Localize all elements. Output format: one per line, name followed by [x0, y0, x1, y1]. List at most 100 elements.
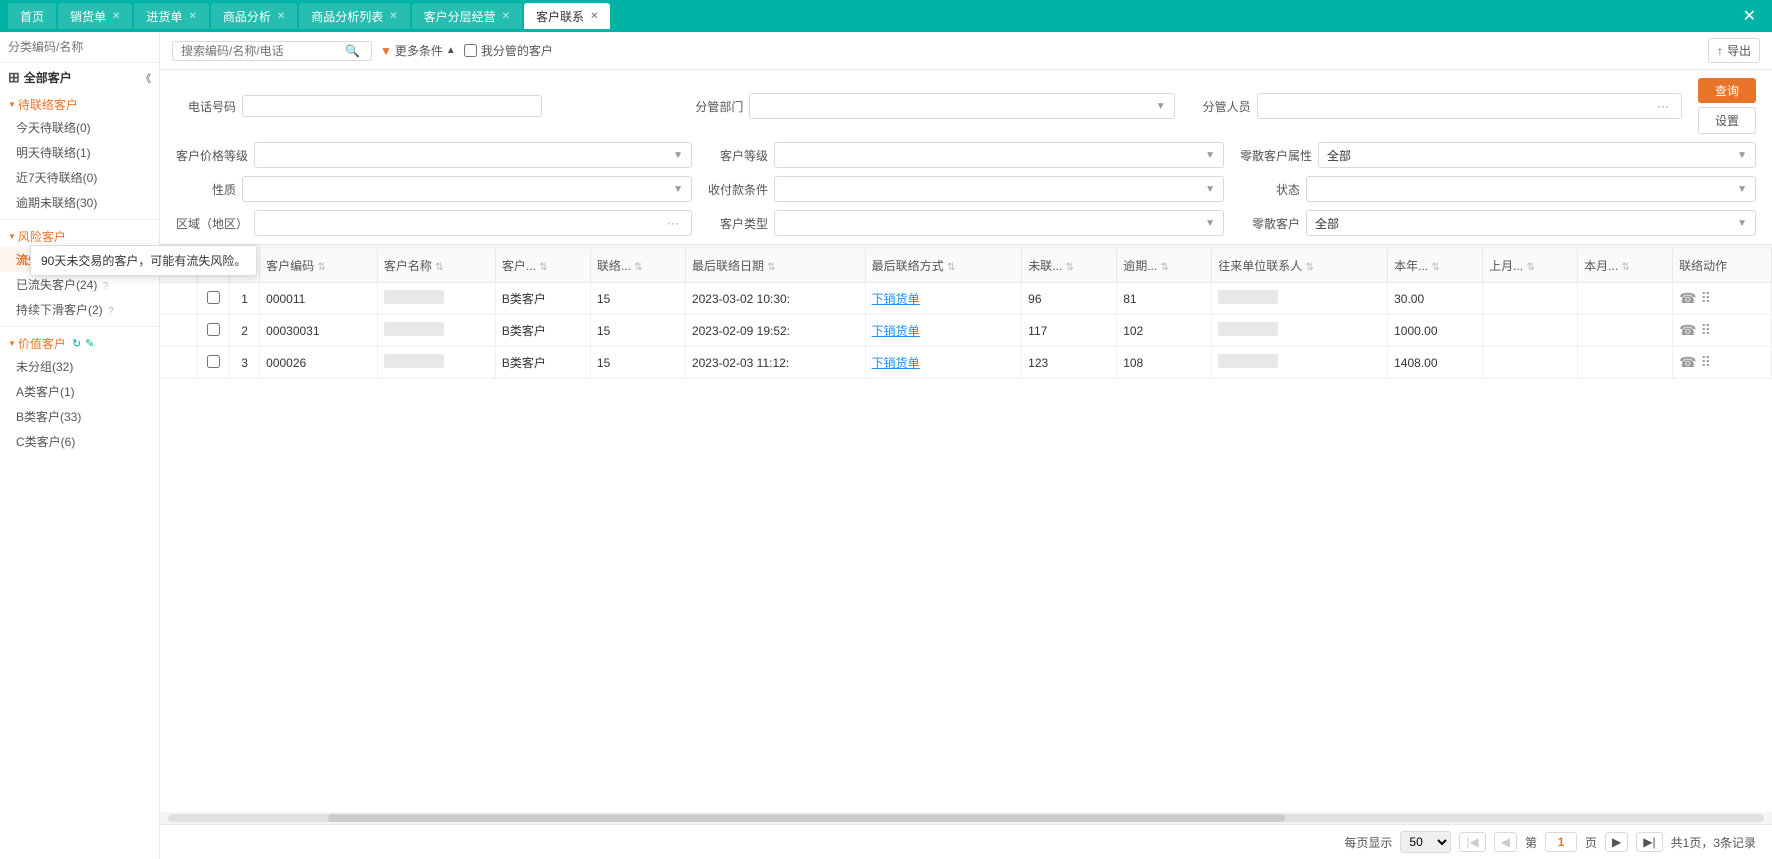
col-overdue[interactable]: 逾期... ⇅	[1117, 249, 1212, 283]
tab-sales[interactable]: 销货单 ✕	[58, 3, 132, 29]
col-action: 联络动作	[1673, 249, 1772, 283]
col-last-month[interactable]: 上月... ⇅	[1483, 249, 1578, 283]
zero-sale-attr-select[interactable]: 全部 ▼	[1318, 142, 1756, 168]
sidebar-item-7days[interactable]: 近7天待联络(0)	[0, 165, 159, 190]
next-page-btn[interactable]: ▶	[1605, 832, 1628, 852]
tab-customer-contact[interactable]: 客户联系 ✕	[524, 3, 610, 29]
row3-action-contact[interactable]: ☎	[1679, 354, 1696, 371]
page-number-input[interactable]	[1545, 832, 1577, 852]
last-page-btn[interactable]: ▶|	[1636, 832, 1662, 852]
first-page-btn[interactable]: |◀	[1459, 832, 1485, 852]
tab-purchase-close[interactable]: ✕	[188, 11, 196, 22]
sidebar-item-class-c[interactable]: C类客户(6)	[0, 429, 159, 454]
price-level-label: 客户价格等级	[176, 147, 248, 164]
sidebar-group-pending[interactable]: ▼ 待联络客户	[0, 92, 159, 115]
col-uncontact[interactable]: 未联... ⇅	[1022, 249, 1117, 283]
settings-button[interactable]: 设置	[1698, 107, 1756, 134]
col-this-year[interactable]: 本年... ⇅	[1388, 249, 1483, 283]
tab-home[interactable]: 首页	[8, 3, 56, 29]
row2-index: 2	[230, 315, 260, 347]
scrollbar-track	[168, 814, 1764, 822]
col-type[interactable]: 客户... ⇅	[495, 249, 590, 283]
col-contact[interactable]: 联络... ⇅	[590, 249, 685, 283]
sidebar-search-input[interactable]	[8, 40, 160, 54]
sidebar: 🔍 ⊞ 全部客户 《 ▼ 待联络客户 今天待联络(0) 明天待联络(1) 近7天…	[0, 32, 160, 859]
payment-select[interactable]: ▼	[774, 176, 1224, 202]
person-label: 分管人员	[1191, 98, 1251, 115]
row2-this-month	[1578, 315, 1673, 347]
sidebar-item-declining[interactable]: 持续下滑客户(2) ?	[0, 297, 159, 322]
sidebar-item-class-a[interactable]: A类客户(1)	[0, 379, 159, 404]
col-code[interactable]: 客户编码 ⇅	[260, 249, 378, 283]
tab-purchase[interactable]: 进货单 ✕	[134, 3, 208, 29]
gender-select[interactable]: ▼	[242, 176, 692, 202]
col-last-date[interactable]: 最后联络日期 ⇅	[685, 249, 865, 283]
sidebar-item-overdue[interactable]: 逾期未联络(30)	[0, 190, 159, 215]
area-dots[interactable]: ···	[663, 216, 683, 230]
customer-level-select[interactable]: ▼	[774, 142, 1224, 168]
row3-check[interactable]	[207, 355, 220, 368]
col-name[interactable]: 客户名称 ⇅	[377, 249, 495, 283]
sidebar-item-tomorrow[interactable]: 明天待联络(1)	[0, 140, 159, 165]
sidebar-group-risk[interactable]: ▼ 风险客户	[0, 224, 159, 247]
tab-sales-close[interactable]: ✕	[112, 11, 120, 22]
search-input[interactable]	[181, 44, 341, 58]
row2-action-more[interactable]: ⠿	[1701, 322, 1711, 339]
more-conditions-btn[interactable]: ▼ 更多条件 ▲	[380, 42, 456, 59]
customer-type-arrow: ▼	[1205, 218, 1215, 229]
per-page-select[interactable]: 50 20 100	[1400, 831, 1451, 853]
zero-customer-select[interactable]: 全部 ▼	[1306, 210, 1756, 236]
sidebar-item-ungrouped[interactable]: 未分组(32)	[0, 354, 159, 379]
my-customers-label: 我分管的客户	[481, 42, 553, 59]
filter-phone: 电话号码	[176, 95, 667, 117]
close-all-tabs[interactable]: ✕	[1735, 6, 1764, 26]
search-icon[interactable]: 🔍	[345, 44, 360, 58]
person-dots[interactable]: ···	[1653, 99, 1673, 113]
my-customers-checkbox[interactable]: 我分管的客户	[464, 42, 553, 59]
row1-action-more[interactable]: ⠿	[1701, 290, 1711, 307]
tab-sales-label: 销货单	[70, 8, 106, 25]
tab-customer-layer-close[interactable]: ✕	[502, 11, 510, 22]
my-customers-check[interactable]	[464, 44, 477, 57]
tab-analysis-list-close[interactable]: ✕	[389, 11, 397, 22]
tooltip-churn: 90天未交易的客户，可能有流失风险。	[30, 245, 257, 276]
tab-analysis[interactable]: 商品分析 ✕	[211, 3, 297, 29]
status-select[interactable]: ▼	[1306, 176, 1756, 202]
query-button[interactable]: 查询	[1698, 78, 1756, 103]
tab-customer-layer[interactable]: 客户分层经营 ✕	[412, 3, 522, 29]
col-last-way[interactable]: 最后联络方式 ⇅	[865, 249, 1022, 283]
sidebar-item-today[interactable]: 今天待联络(0)	[0, 115, 159, 140]
horizontal-scrollbar[interactable]	[160, 812, 1772, 824]
content-area: 🔍 ▼ 更多条件 ▲ 我分管的客户 ↑ 导出 电话号码	[160, 32, 1772, 859]
sidebar-item-class-b[interactable]: B类客户(33)	[0, 404, 159, 429]
person-select[interactable]: ···	[1257, 93, 1682, 119]
row2-action-contact[interactable]: ☎	[1679, 322, 1696, 339]
row3-action-more[interactable]: ⠿	[1701, 354, 1711, 371]
customer-type-select[interactable]: ▼	[774, 210, 1224, 236]
col-this-month[interactable]: 本月... ⇅	[1578, 249, 1673, 283]
filter-zero-customer: 零散客户 全部 ▼	[1240, 210, 1756, 236]
tri-icon-3: ▼	[8, 339, 16, 348]
export-button[interactable]: ↑ 导出	[1708, 38, 1760, 63]
filter-person: 分管人员 ···	[1191, 93, 1682, 119]
tri-icon: ▼	[8, 100, 16, 109]
dept-select[interactable]: ▼	[749, 93, 1174, 119]
row2-this-year: 1000.00	[1388, 315, 1483, 347]
tab-customer-contact-close[interactable]: ✕	[590, 11, 598, 22]
tab-analysis-close[interactable]: ✕	[277, 11, 285, 22]
col-unit-contact[interactable]: 往来单位联系人 ⇅	[1212, 249, 1388, 283]
row1-action-contact[interactable]: ☎	[1679, 290, 1696, 307]
row2-type: B类客户	[495, 315, 590, 347]
phone-input[interactable]	[242, 95, 542, 117]
row2-check[interactable]	[207, 323, 220, 336]
row1-last-way: 下销货单	[865, 283, 1022, 315]
price-level-select[interactable]: ▼	[254, 142, 692, 168]
area-select[interactable]: ···	[254, 210, 692, 236]
prev-page-btn[interactable]: ◀	[1494, 832, 1517, 852]
row1-check[interactable]	[207, 291, 220, 304]
tab-analysis-list[interactable]: 商品分析列表 ✕	[299, 3, 409, 29]
scrollbar-thumb[interactable]	[328, 814, 1286, 822]
sidebar-root[interactable]: ⊞ 全部客户 《	[0, 63, 159, 92]
sidebar-group-value[interactable]: ▼ 价值客户 ↻ ✎	[0, 331, 159, 354]
search-input-wrap: 🔍	[172, 41, 372, 61]
